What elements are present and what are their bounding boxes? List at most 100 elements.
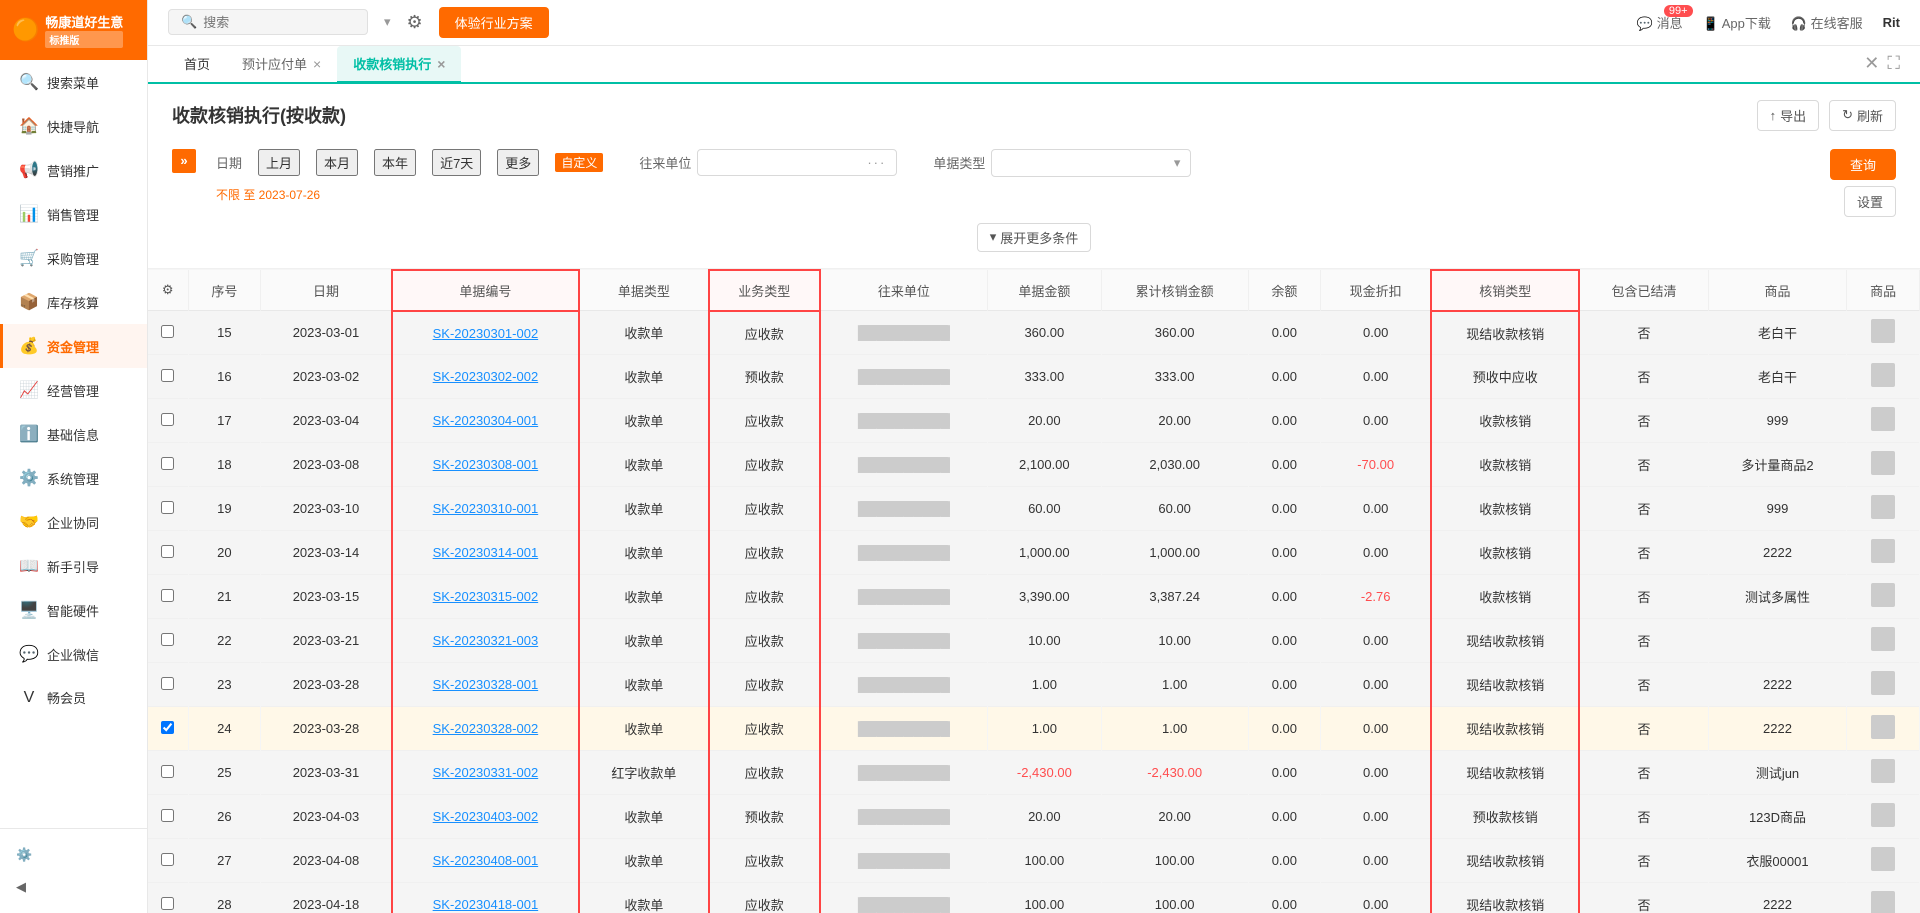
cell-checkbox[interactable] — [148, 619, 188, 663]
cell-bill-no[interactable]: SK-20230418-001 — [392, 883, 579, 913]
tab-home[interactable]: 首页 — [168, 46, 226, 83]
cell-biz-type: 应收款 — [709, 751, 820, 795]
cell-bill-no[interactable]: SK-20230304-001 — [392, 399, 579, 443]
cell-bill-no[interactable]: SK-20230314-001 — [392, 531, 579, 575]
cell-partner: ██████████ — [820, 795, 988, 839]
sidebar-item-marketing[interactable]: 📢 营销推广 — [0, 148, 147, 192]
table-row[interactable]: 23 2023-03-28 SK-20230328-001 收款单 应收款 ██… — [148, 663, 1920, 707]
filter-more[interactable]: 更多 — [497, 149, 539, 176]
cell-checkbox[interactable] — [148, 399, 188, 443]
cell-bill-no[interactable]: SK-20230403-002 — [392, 795, 579, 839]
sidebar-item-wechat[interactable]: 💬 企业微信 — [0, 632, 147, 676]
cell-bill-no[interactable]: SK-20230302-002 — [392, 355, 579, 399]
cell-checkbox[interactable] — [148, 839, 188, 883]
cell-bill-no[interactable]: SK-20230328-002 — [392, 707, 579, 751]
refresh-btn[interactable]: ↻ 刷新 — [1829, 100, 1896, 131]
table-row[interactable]: 21 2023-03-15 SK-20230315-002 收款单 应收款 ██… — [148, 575, 1920, 619]
table-row[interactable]: 27 2023-04-08 SK-20230408-001 收款单 应收款 ██… — [148, 839, 1920, 883]
table-row[interactable]: 24 2023-03-28 SK-20230328-002 收款单 应收款 ██… — [148, 707, 1920, 751]
cell-balance: 0.00 — [1248, 751, 1321, 795]
sidebar-item-basic[interactable]: ℹ️ 基础信息 — [0, 412, 147, 456]
setting-btn[interactable]: 设置 — [1844, 186, 1896, 217]
sidebar-item-finance[interactable]: 💰 资金管理 — [0, 324, 147, 368]
cell-accum-amount: 1.00 — [1101, 707, 1248, 751]
trial-btn[interactable]: 体验行业方案 — [439, 7, 549, 38]
table-row[interactable]: 16 2023-03-02 SK-20230302-002 收款单 预收款 ██… — [148, 355, 1920, 399]
table-row[interactable]: 19 2023-03-10 SK-20230310-001 收款单 应收款 ██… — [148, 487, 1920, 531]
query-btn[interactable]: 查询 — [1830, 149, 1896, 180]
table-row[interactable]: 28 2023-04-18 SK-20230418-001 收款单 应收款 ██… — [148, 883, 1920, 913]
table-row[interactable]: 15 2023-03-01 SK-20230301-002 收款单 应收款 ██… — [148, 311, 1920, 355]
cell-checkbox[interactable] — [148, 575, 188, 619]
cell-bill-no[interactable]: SK-20230308-001 — [392, 443, 579, 487]
app-download[interactable]: 📱 App下载 — [1703, 13, 1771, 32]
sidebar-item-hardware[interactable]: 🖥️ 智能硬件 — [0, 588, 147, 632]
tab-collection[interactable]: 收款核销执行 × — [337, 46, 461, 83]
cell-checkbox[interactable] — [148, 531, 188, 575]
search-input[interactable] — [203, 15, 343, 30]
cell-checkbox[interactable] — [148, 443, 188, 487]
maximize-icon[interactable]: ⛶ — [1887, 53, 1900, 74]
table-row[interactable]: 18 2023-03-08 SK-20230308-001 收款单 应收款 ██… — [148, 443, 1920, 487]
partner-filter-input[interactable]: ··· — [697, 149, 897, 176]
topbar: 🔍 ▾ ⚙ 体验行业方案 💬 消息 99+ 📱 App下载 🎧 在线客服 Rit — [148, 0, 1920, 46]
sidebar-item-quick[interactable]: 🏠 快捷导航 — [0, 104, 147, 148]
cell-balance: 0.00 — [1248, 663, 1321, 707]
cell-checkbox[interactable] — [148, 751, 188, 795]
collapse-filter-btn[interactable]: » — [172, 149, 196, 173]
gear-th-icon[interactable]: ⚙ — [162, 282, 174, 297]
cell-biz-type: 应收款 — [709, 663, 820, 707]
filter-7days[interactable]: 近7天 — [432, 149, 481, 176]
export-btn[interactable]: ↑ 导出 — [1757, 100, 1820, 131]
th-gear[interactable]: ⚙ — [148, 270, 188, 311]
sidebar-item-inventory[interactable]: 📦 库存核算 — [0, 280, 147, 324]
topbar-search-box[interactable]: 🔍 — [168, 9, 368, 35]
sidebar-item-member[interactable]: V 畅会员 — [0, 676, 147, 719]
cell-accum-amount: 100.00 — [1101, 883, 1248, 913]
sidebar-item-corp[interactable]: 🤝 企业协同 — [0, 500, 147, 544]
table-row[interactable]: 17 2023-03-04 SK-20230304-001 收款单 应收款 ██… — [148, 399, 1920, 443]
cell-bill-type: 收款单 — [579, 399, 709, 443]
user-name[interactable]: Rit — [1883, 15, 1900, 30]
sidebar-item-purchase[interactable]: 🛒 采购管理 — [0, 236, 147, 280]
cell-bill-no[interactable]: SK-20230328-001 — [392, 663, 579, 707]
sidebar-settings[interactable]: ⚙️ — [0, 839, 147, 871]
gear-icon[interactable]: ⚙ — [407, 12, 423, 33]
sidebar-item-search[interactable]: 🔍 搜索菜单 — [0, 60, 147, 104]
cell-bill-no[interactable]: SK-20230310-001 — [392, 487, 579, 531]
cell-checkbox[interactable] — [148, 355, 188, 399]
table-row[interactable]: 25 2023-03-31 SK-20230331-002 红字收款单 应收款 … — [148, 751, 1920, 795]
sidebar-item-sales[interactable]: 📊 销售管理 — [0, 192, 147, 236]
cell-bill-no[interactable]: SK-20230408-001 — [392, 839, 579, 883]
online-service[interactable]: 🎧 在线客服 — [1791, 13, 1863, 32]
cell-bill-no[interactable]: SK-20230301-002 — [392, 311, 579, 355]
sidebar-item-system[interactable]: ⚙️ 系统管理 — [0, 456, 147, 500]
filter-custom-btn[interactable]: 自定义 — [555, 153, 603, 172]
cell-checkbox[interactable] — [148, 487, 188, 531]
expand-filter-btn[interactable]: ▾ 展开更多条件 — [977, 223, 1092, 252]
message-badge[interactable]: 💬 消息 99+ — [1637, 13, 1683, 32]
cell-checkbox[interactable] — [148, 883, 188, 913]
prepay-tab-close[interactable]: × — [313, 56, 321, 72]
table-row[interactable]: 20 2023-03-14 SK-20230314-001 收款单 应收款 ██… — [148, 531, 1920, 575]
cell-checkbox[interactable] — [148, 795, 188, 839]
cell-bill-no[interactable]: SK-20230331-002 — [392, 751, 579, 795]
sidebar-item-guide[interactable]: 📖 新手引导 — [0, 544, 147, 588]
cell-checkbox[interactable] — [148, 663, 188, 707]
cell-bill-no[interactable]: SK-20230315-002 — [392, 575, 579, 619]
cell-bill-no[interactable]: SK-20230321-003 — [392, 619, 579, 663]
cell-checkbox[interactable] — [148, 311, 188, 355]
dropdown-arrow-icon[interactable]: ▾ — [384, 14, 391, 30]
filter-lastmonth[interactable]: 上月 — [258, 149, 300, 176]
table-row[interactable]: 26 2023-04-03 SK-20230403-002 收款单 预收款 ██… — [148, 795, 1920, 839]
tab-prepay[interactable]: 预计应付单 × — [226, 46, 337, 83]
filter-thismonth[interactable]: 本月 — [316, 149, 358, 176]
filter-thisyear[interactable]: 本年 — [374, 149, 416, 176]
close-window-icon[interactable]: ✕ — [1864, 53, 1879, 74]
single-type-select[interactable]: ▾ — [991, 149, 1191, 177]
table-row[interactable]: 22 2023-03-21 SK-20230321-003 收款单 应收款 ██… — [148, 619, 1920, 663]
cell-checkbox[interactable] — [148, 707, 188, 751]
sidebar-item-operation[interactable]: 📈 经营管理 — [0, 368, 147, 412]
collection-tab-close[interactable]: × — [437, 56, 445, 72]
sidebar-collapse[interactable]: ◀ — [0, 871, 147, 903]
